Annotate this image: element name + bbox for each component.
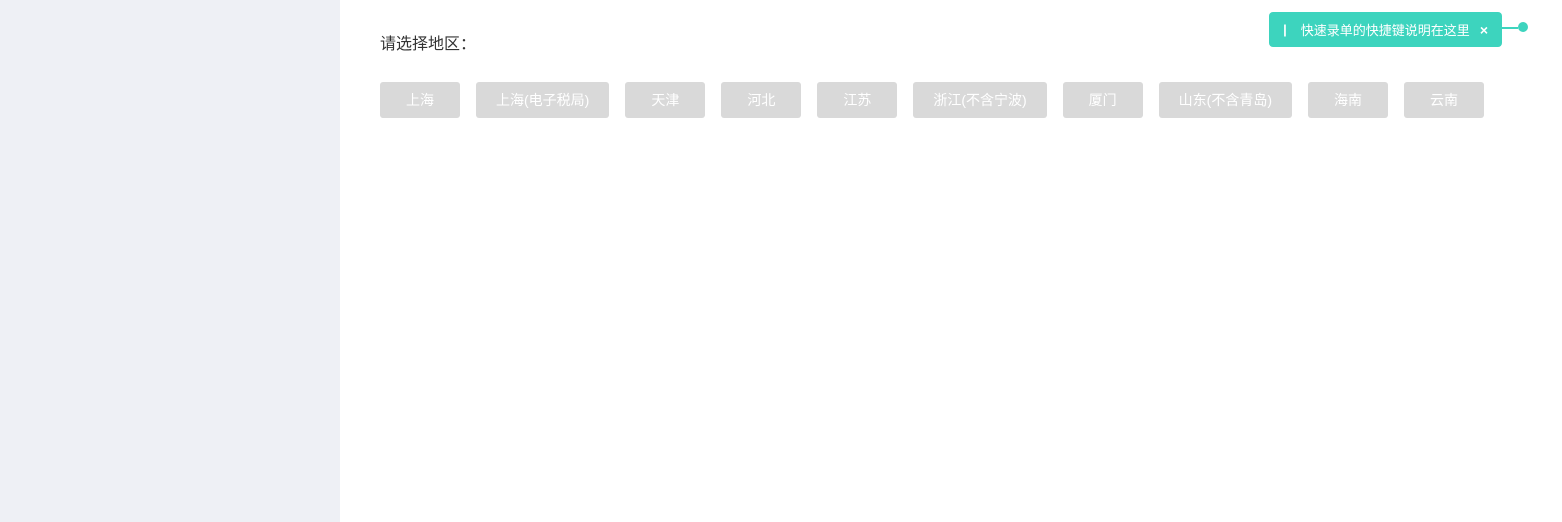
tooltip-close-button[interactable]: ×	[1480, 22, 1488, 38]
dot-indicator	[1518, 22, 1528, 32]
tooltip-banner: 快速录单的快捷键说明在这里 ×	[1269, 12, 1502, 47]
region-btn-zhejiang[interactable]: 浙江(不含宁波)	[913, 82, 1046, 118]
region-btn-hainan[interactable]: 海南	[1308, 82, 1388, 118]
main-content: 请选择地区： 上海上海(电子税局)天津河北江苏浙江(不含宁波)厦门山东(不含青岛…	[340, 0, 1562, 522]
region-btn-shanghai-etax[interactable]: 上海(电子税局)	[476, 82, 609, 118]
region-btn-jiangsu[interactable]: 江苏	[817, 82, 897, 118]
region-btn-tianjin[interactable]: 天津	[625, 82, 705, 118]
region-btn-xiamen[interactable]: 厦门	[1063, 82, 1143, 118]
region-btn-shanghai[interactable]: 上海	[380, 82, 460, 118]
region-btn-hebei[interactable]: 河北	[721, 82, 801, 118]
region-btn-shandong[interactable]: 山东(不含青岛)	[1159, 82, 1292, 118]
region-buttons-container: 上海上海(电子税局) 天津河北江苏浙江(不含宁波) 厦门山东(不含青岛) 海南云南	[380, 82, 1522, 118]
left-sidebar	[0, 0, 340, 522]
region-btn-yunnan[interactable]: 云南	[1404, 82, 1484, 118]
tooltip-text: 快速录单的快捷键说明在这里	[1301, 20, 1470, 39]
connector-line	[1498, 27, 1518, 29]
